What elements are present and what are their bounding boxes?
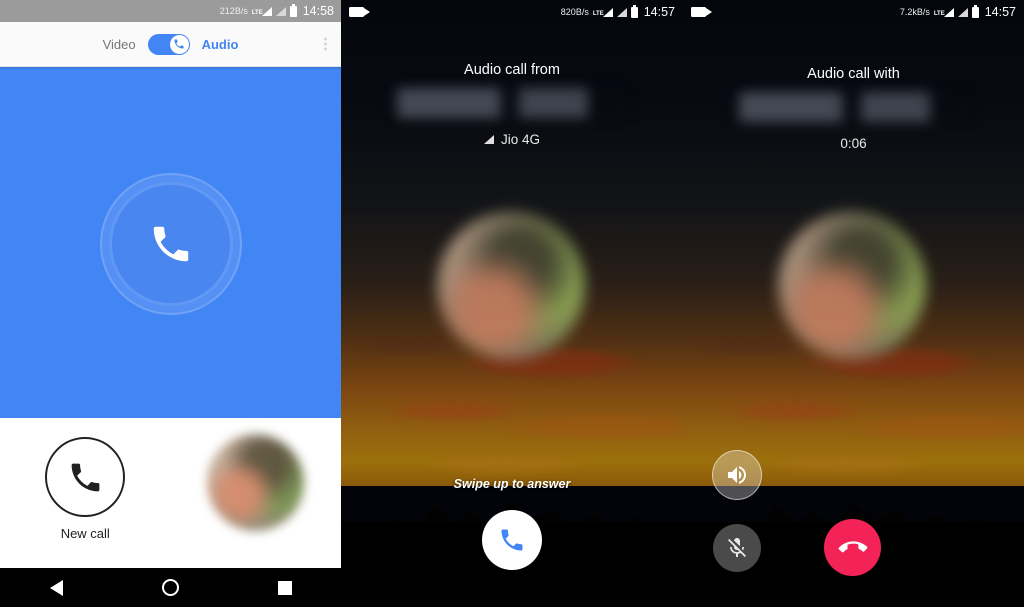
carrier-label: Jio 4G: [500, 132, 541, 147]
phone-hangup-icon: [838, 540, 867, 552]
lte-signal-icon: LTE: [934, 7, 954, 17]
caller-name-blurred: [397, 88, 627, 118]
avatar: [207, 434, 305, 531]
back-triangle-icon[interactable]: [49, 579, 63, 596]
caller-name-blurred: [738, 92, 969, 122]
call-duration-line: 0:06: [683, 136, 1024, 151]
call-title: Audio call from: [464, 62, 560, 78]
call-duration: 0:06: [840, 136, 867, 151]
avatar: [778, 212, 926, 360]
clock-text: 14:57: [643, 5, 675, 19]
contact-avatar-button[interactable]: [171, 418, 342, 531]
call-halo-ring: [99, 172, 242, 315]
new-call-label: New call: [60, 526, 110, 541]
phone-icon: [71, 463, 100, 491]
dialer-hero-area: [0, 67, 341, 418]
phone-icon: [501, 529, 523, 551]
speaker-toggle-button[interactable]: [712, 450, 762, 500]
status-bar-active: 7.2kB/s LTE 14:57: [683, 0, 1024, 24]
new-call-circle: [45, 437, 126, 517]
data-rate-text: 7.2kB/s: [899, 7, 930, 17]
video-toggle-label[interactable]: Video: [103, 37, 136, 52]
android-nav-bar: [0, 568, 341, 607]
call-title: Audio call with: [807, 66, 900, 82]
screenshot-root: 212B/s LTE 14:58 Video Audio New call 82…: [0, 0, 1024, 607]
panel-incoming-call: 820B/s LTE 14:57 Audio call from Jio 4G …: [341, 0, 683, 607]
answer-call-button[interactable]: [482, 510, 542, 570]
dialer-bottom-bar: New call: [0, 418, 341, 568]
swipe-up-hint: Swipe up to answer: [453, 477, 571, 491]
toggle-knob: [169, 34, 189, 54]
battery-icon: [289, 3, 297, 17]
more-vert-icon[interactable]: [324, 37, 327, 51]
battery-icon: [630, 4, 638, 18]
dialer-toolbar: Video Audio: [0, 22, 341, 67]
video-record-icon: [349, 7, 370, 17]
mute-toggle-button[interactable]: [713, 524, 761, 572]
panel-dialer: 212B/s LTE 14:58 Video Audio New call: [0, 0, 341, 607]
status-bar-dialer: 212B/s LTE 14:58: [0, 0, 341, 22]
audio-toggle-label[interactable]: Audio: [202, 37, 239, 52]
phone-icon-circle[interactable]: [111, 184, 230, 303]
panel-active-call: 7.2kB/s LTE 14:57 Audio call with 0:06: [683, 0, 1024, 607]
lte-signal-icon: LTE: [252, 6, 272, 16]
phone-icon: [153, 226, 188, 261]
signal-bars-icon: [616, 7, 627, 17]
battery-icon: [971, 4, 979, 18]
status-bar-incoming: 820B/s LTE 14:57: [341, 0, 683, 24]
lte-signal-icon: LTE: [593, 7, 613, 17]
signal-bars-icon: [275, 6, 286, 16]
avatar: [437, 212, 585, 360]
signal-triangle-icon: [483, 135, 494, 144]
incoming-call-header: Audio call from Jio 4G: [341, 62, 683, 147]
video-record-icon: [691, 7, 712, 17]
speaker-on-icon: [728, 466, 746, 484]
data-rate-text: 212B/s: [219, 6, 248, 16]
signal-bars-icon: [957, 7, 968, 17]
video-audio-toggle-switch[interactable]: [147, 33, 190, 55]
clock-text: 14:57: [984, 5, 1016, 19]
active-call-header: Audio call with 0:06: [683, 66, 1024, 151]
carrier-line: Jio 4G: [341, 132, 683, 147]
mic-off-icon: [728, 538, 746, 557]
home-circle-icon[interactable]: [161, 579, 179, 596]
recents-square-icon[interactable]: [277, 580, 292, 595]
data-rate-text: 820B/s: [560, 7, 589, 17]
end-call-button[interactable]: [824, 519, 881, 576]
new-call-button[interactable]: New call: [0, 418, 171, 541]
clock-text: 14:58: [302, 4, 334, 18]
